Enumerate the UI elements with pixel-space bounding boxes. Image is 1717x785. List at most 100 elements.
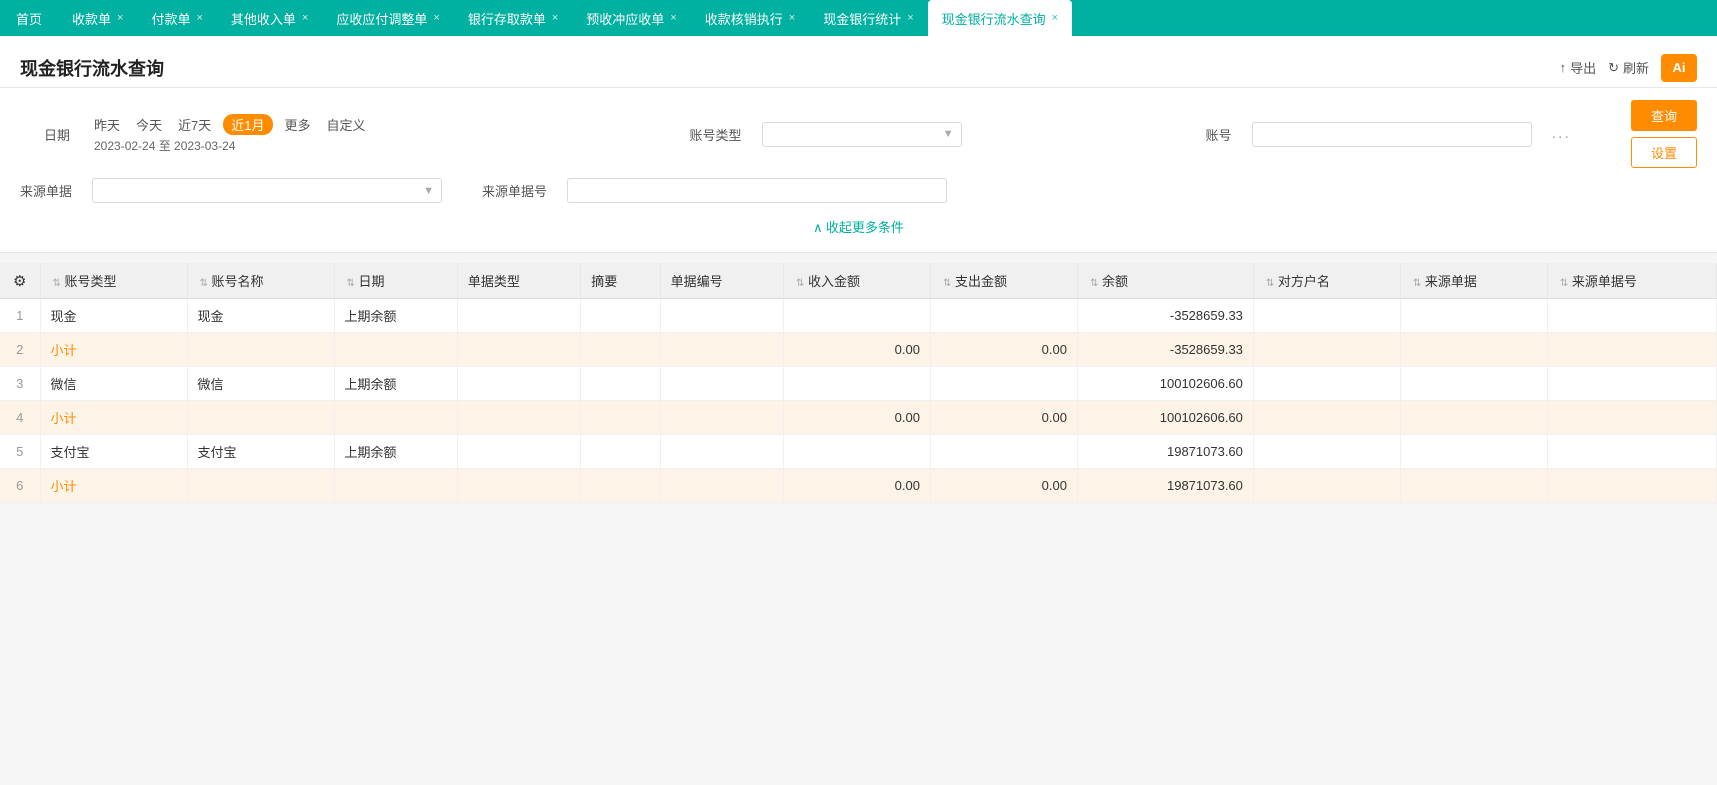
col-balance: ⇅ 余额: [1077, 263, 1253, 299]
table-cell: [581, 367, 660, 401]
nav-tab-payments[interactable]: 付款单 ×: [137, 0, 216, 36]
col-doc-no: 单据编号: [660, 263, 783, 299]
table-cell: [581, 401, 660, 435]
table-cell: [1547, 299, 1716, 333]
account-no-input[interactable]: [1252, 122, 1532, 147]
sort-icon[interactable]: ⇅: [1090, 278, 1098, 289]
table-cell: [1400, 299, 1547, 333]
collapse-bar[interactable]: ∧ 收起更多条件: [20, 213, 1697, 240]
table-area: ⚙ ⇅ 账号类型 ⇅ 账号名称 ⇅ 日期 单据类型 摘要 单据编号 ⇅ 收入金额…: [0, 263, 1717, 503]
settings-button[interactable]: 设置: [1631, 137, 1697, 168]
table-cell: 小计: [40, 333, 187, 367]
sort-icon[interactable]: ⇅: [943, 278, 951, 289]
table-cell: 1: [0, 299, 40, 333]
filter-area: 日期 昨天 今天 近7天 近1月 更多 自定义 2023-02-24 至 202…: [0, 88, 1717, 253]
table-cell: 6: [0, 469, 40, 503]
source-doc-select[interactable]: [92, 178, 442, 203]
nav-tab-collection-exec[interactable]: 收款核销执行 ×: [691, 0, 809, 36]
sort-icon[interactable]: ⇅: [796, 278, 804, 289]
close-icon[interactable]: ×: [302, 12, 308, 24]
close-icon[interactable]: ×: [117, 12, 123, 24]
filter-row-date: 日期 昨天 今天 近7天 近1月 更多 自定义 2023-02-24 至 202…: [20, 100, 1697, 168]
table-cell: [1253, 401, 1400, 435]
table-cell: [1400, 401, 1547, 435]
col-counter-party: ⇅ 对方户名: [1253, 263, 1400, 299]
table-cell: [457, 435, 580, 469]
table-cell: 0.00: [930, 401, 1077, 435]
table-cell: 3: [0, 367, 40, 401]
nav-tab-receipts[interactable]: 收款单 ×: [58, 0, 137, 36]
source-doc-select-wrap: ▼: [92, 178, 442, 203]
source-doc-no-label: 来源单据号: [482, 181, 547, 200]
col-expense: ⇅ 支出金额: [930, 263, 1077, 299]
sort-icon[interactable]: ⇅: [200, 278, 208, 289]
date-shortcuts: 昨天 今天 近7天 近1月 更多 自定义 2023-02-24 至 2023-0…: [90, 114, 370, 154]
sort-icon[interactable]: ⇅: [53, 278, 61, 289]
nav-tab-prepayment[interactable]: 预收冲应收单 ×: [572, 0, 690, 36]
account-no-label: 账号: [1182, 125, 1232, 144]
table-cell: [457, 367, 580, 401]
date-btn-7days[interactable]: 近7天: [174, 114, 215, 135]
table-cell: 100102606.60: [1077, 401, 1253, 435]
table-cell: 支付宝: [187, 435, 334, 469]
table-row: 5支付宝支付宝上期余额19871073.60: [0, 435, 1717, 469]
table-cell: 微信: [187, 367, 334, 401]
account-no-dots[interactable]: ...: [1552, 125, 1571, 143]
table-cell: [1400, 333, 1547, 367]
table-row: 3微信微信上期余额100102606.60: [0, 367, 1717, 401]
nav-tab-cash-bank-stats[interactable]: 现金银行统计 ×: [809, 0, 927, 36]
nav-tab-other-income[interactable]: 其他收入单 ×: [217, 0, 322, 36]
table-cell: [1400, 367, 1547, 401]
account-type-select[interactable]: [762, 122, 962, 147]
nav-tab-ar-ap-adjust[interactable]: 应收应付调整单 ×: [322, 0, 453, 36]
nav-tab-bank-deposit[interactable]: 银行存取款单 ×: [454, 0, 572, 36]
table-cell: [660, 469, 783, 503]
table-cell: 上期余额: [334, 435, 457, 469]
table-cell: 支付宝: [40, 435, 187, 469]
export-button[interactable]: ↑ 导出: [1560, 58, 1597, 77]
table-cell: 0.00: [930, 469, 1077, 503]
nav-tab-cash-bank-flow[interactable]: 现金银行流水查询 ×: [928, 0, 1072, 36]
table-cell: 0.00: [930, 333, 1077, 367]
table-cell: [660, 367, 783, 401]
table-cell: 0.00: [783, 333, 930, 367]
table-cell: 微信: [40, 367, 187, 401]
close-icon[interactable]: ×: [789, 12, 795, 24]
table-cell: [1253, 435, 1400, 469]
refresh-button[interactable]: ↻ 刷新: [1608, 58, 1649, 77]
gear-column-header[interactable]: ⚙: [0, 263, 40, 299]
close-icon[interactable]: ×: [1052, 12, 1058, 24]
table-cell: [187, 469, 334, 503]
col-doc-type: 单据类型: [457, 263, 580, 299]
table-cell: [1547, 401, 1716, 435]
sort-icon[interactable]: ⇅: [347, 278, 355, 289]
table-cell: [930, 299, 1077, 333]
sort-icon[interactable]: ⇅: [1560, 278, 1568, 289]
close-icon[interactable]: ×: [670, 12, 676, 24]
close-icon[interactable]: ×: [433, 12, 439, 24]
table-row: 1现金现金上期余额-3528659.33: [0, 299, 1717, 333]
close-icon[interactable]: ×: [196, 12, 202, 24]
date-btn-1month[interactable]: 近1月: [223, 114, 272, 135]
close-icon[interactable]: ×: [907, 12, 913, 24]
date-btn-yesterday[interactable]: 昨天: [90, 114, 124, 135]
table-cell: [581, 299, 660, 333]
sort-icon[interactable]: ⇅: [1266, 278, 1274, 289]
query-button[interactable]: 查询: [1631, 100, 1697, 131]
filter-row-source: 来源单据 ▼ 来源单据号: [20, 178, 1697, 203]
page-header: 现金银行流水查询 ↑ 导出 ↻ 刷新 Ai: [0, 36, 1717, 88]
ai-badge[interactable]: Ai: [1661, 54, 1697, 82]
table-cell: [457, 401, 580, 435]
refresh-icon: ↻: [1608, 60, 1619, 76]
sort-icon[interactable]: ⇅: [1413, 278, 1421, 289]
date-btn-more[interactable]: 更多: [281, 114, 315, 135]
date-btn-today[interactable]: 今天: [132, 114, 166, 135]
source-doc-no-input[interactable]: [567, 178, 947, 203]
table-cell: 19871073.60: [1077, 469, 1253, 503]
table-row: 4小计0.000.00100102606.60: [0, 401, 1717, 435]
table-cell: 5: [0, 435, 40, 469]
export-icon: ↑: [1560, 60, 1567, 75]
close-icon[interactable]: ×: [552, 12, 558, 24]
nav-home[interactable]: 首页: [0, 0, 58, 36]
date-btn-custom[interactable]: 自定义: [323, 114, 370, 135]
